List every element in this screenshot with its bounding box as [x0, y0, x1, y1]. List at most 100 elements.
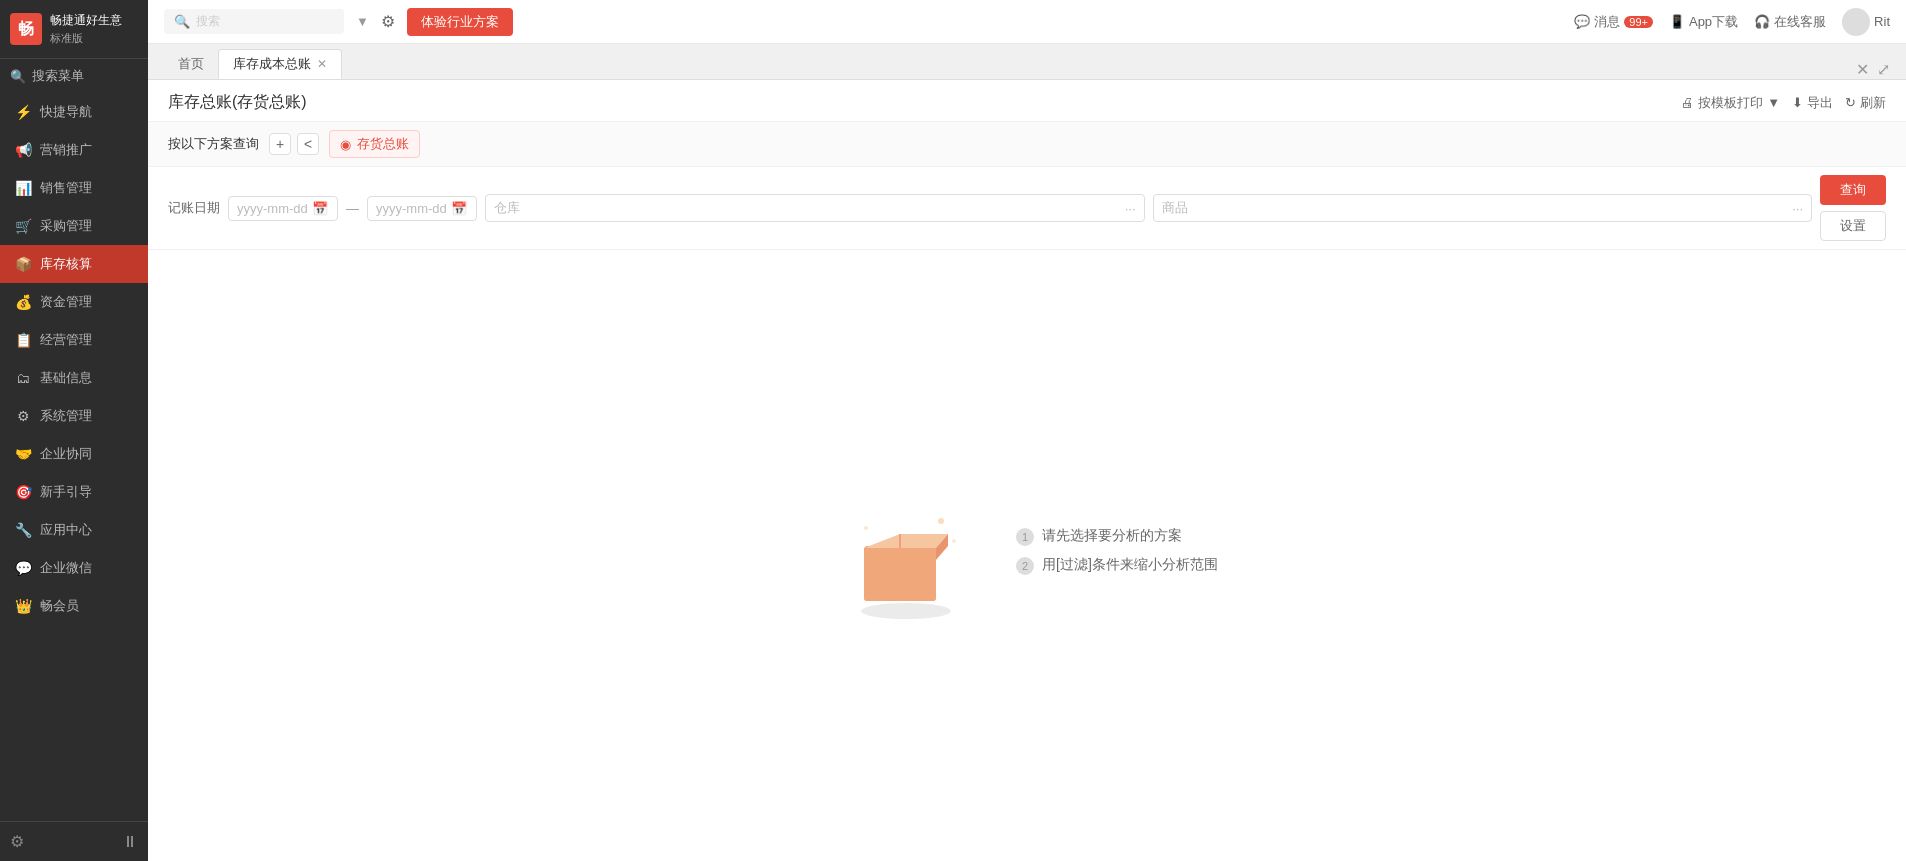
step-1-num: 1	[1016, 528, 1034, 546]
warehouse-more-btn[interactable]: ···	[1125, 201, 1136, 216]
sidebar: 畅 畅捷通好生意 标准版 🔍 搜索菜单 ⚡ 快捷导航 📢 营销推广 📊 销售管理…	[0, 0, 148, 861]
refresh-btn[interactable]: ↻ 刷新	[1845, 94, 1886, 112]
app-name: 畅捷通好生意	[50, 12, 122, 29]
right-action-btns: 查询 设置	[1820, 175, 1886, 241]
tab-panel-close-btn[interactable]: ✕	[1856, 60, 1869, 79]
product-more-btn[interactable]: ···	[1792, 201, 1803, 216]
system-icon: ⚙	[14, 408, 32, 424]
collapse-sidebar-btn[interactable]: ⏸	[122, 833, 138, 851]
svg-point-6	[938, 518, 944, 524]
tab-inventory-cost-label: 库存成本总账	[233, 55, 311, 73]
empty-illustration	[836, 486, 976, 626]
sidebar-item-marketing[interactable]: 📢 营销推广	[0, 131, 148, 169]
purchase-icon: 🛒	[14, 218, 32, 234]
sidebar-item-label: 经营管理	[40, 331, 92, 349]
empty-step-2-text: 用[过滤]条件来缩小分析范围	[1042, 556, 1218, 574]
empty-step-2: 2 用[过滤]条件来缩小分析范围	[1016, 556, 1218, 575]
sidebar-item-sales[interactable]: 📊 销售管理	[0, 169, 148, 207]
svg-marker-3	[864, 534, 948, 548]
date-separator: —	[346, 201, 359, 216]
tab-inventory-cost[interactable]: 库存成本总账 ✕	[218, 49, 342, 79]
sidebar-item-system[interactable]: ⚙ 系统管理	[0, 397, 148, 435]
phone-icon: 📱	[1669, 14, 1685, 29]
product-select[interactable]: 商品 ···	[1153, 194, 1813, 222]
settings-footer-btn[interactable]: ⚙	[10, 832, 24, 851]
search-box-placeholder: 搜索	[196, 13, 220, 30]
search-menu-label: 搜索菜单	[32, 67, 84, 85]
sidebar-item-inventory[interactable]: 📦 库存核算	[0, 245, 148, 283]
tab-home[interactable]: 首页	[164, 49, 218, 79]
sidebar-item-label: 资金管理	[40, 293, 92, 311]
sidebar-item-cooperation[interactable]: 🤝 企业协同	[0, 435, 148, 473]
sidebar-item-basic-info[interactable]: 🗂 基础信息	[0, 359, 148, 397]
filter-scheme-item[interactable]: ◉ 存货总账	[329, 130, 420, 158]
filter-collapse-btn[interactable]: <	[297, 133, 319, 155]
sales-icon: 📊	[14, 180, 32, 196]
headset-icon: 🎧	[1754, 14, 1770, 29]
svg-point-0	[861, 603, 951, 619]
warehouse-placeholder: 仓库	[494, 199, 520, 217]
sidebar-item-member[interactable]: 👑 畅会员	[0, 587, 148, 625]
svg-point-7	[864, 526, 868, 530]
empty-text: 1 请先选择要分析的方案 2 用[过滤]条件来缩小分析范围	[1016, 527, 1218, 585]
print-template-btn[interactable]: 🖨 按模板打印 ▼	[1681, 94, 1780, 112]
print-label: 按模板打印	[1698, 94, 1763, 112]
tab-close-area: ✕ ⤢	[1848, 60, 1890, 79]
scheme-name: 存货总账	[357, 135, 409, 153]
export-btn[interactable]: ⬇ 导出	[1792, 94, 1833, 112]
filter-bar: 按以下方案查询 + < ◉ 存货总账	[148, 122, 1906, 167]
sidebar-item-label: 畅会员	[40, 597, 79, 615]
sidebar-item-label: 应用中心	[40, 521, 92, 539]
query-btn[interactable]: 查询	[1820, 175, 1886, 205]
sidebar-logo: 畅 畅捷通好生意 标准版	[0, 0, 148, 59]
empty-box-svg	[836, 486, 976, 626]
sidebar-item-purchase[interactable]: 🛒 采购管理	[0, 207, 148, 245]
sidebar-item-wechat[interactable]: 💬 企业微信	[0, 549, 148, 587]
sidebar-item-label: 销售管理	[40, 179, 92, 197]
online-service-btn[interactable]: 🎧 在线客服	[1754, 13, 1826, 31]
date-end-input[interactable]: yyyy-mm-dd 📅	[367, 196, 477, 221]
date-start-input[interactable]: yyyy-mm-dd 📅	[228, 196, 338, 221]
trial-industry-btn[interactable]: 体验行业方案	[407, 8, 513, 36]
page-header: 库存总账(存货总账) 🖨 按模板打印 ▼ ⬇ 导出 ↻ 刷新	[148, 80, 1906, 122]
search-menu-btn[interactable]: 🔍 搜索菜单	[0, 59, 148, 93]
sidebar-item-newbie[interactable]: 🎯 新手引导	[0, 473, 148, 511]
sidebar-item-label: 企业微信	[40, 559, 92, 577]
sidebar-item-label: 基础信息	[40, 369, 92, 387]
app-version: 标准版	[50, 31, 122, 46]
sidebar-item-label: 快捷导航	[40, 103, 92, 121]
topbar: 🔍 搜索 ▼ ⚙ 体验行业方案 💬 消息 99+ 📱 App下载 🎧 在线客服 …	[148, 0, 1906, 44]
filter-add-btn[interactable]: +	[269, 133, 291, 155]
sidebar-item-operations[interactable]: 📋 经营管理	[0, 321, 148, 359]
page-header-actions: 🖨 按模板打印 ▼ ⬇ 导出 ↻ 刷新	[1681, 94, 1886, 112]
messages-badge: 99+	[1624, 16, 1653, 28]
app-download-btn[interactable]: 📱 App下载	[1669, 13, 1738, 31]
sidebar-item-label: 新手引导	[40, 483, 92, 501]
finance-icon: 💰	[14, 294, 32, 310]
sidebar-item-label: 系统管理	[40, 407, 92, 425]
sidebar-item-label: 库存核算	[40, 255, 92, 273]
warehouse-select[interactable]: 仓库 ···	[485, 194, 1145, 222]
topbar-search-box[interactable]: 🔍 搜索	[164, 9, 344, 34]
cooperation-icon: 🤝	[14, 446, 32, 462]
filter-settings-btn[interactable]: 设置	[1820, 211, 1886, 241]
step-2-num: 2	[1016, 557, 1034, 575]
topbar-dropdown-arrow[interactable]: ▼	[356, 14, 369, 29]
svg-point-8	[952, 539, 956, 543]
member-icon: 👑	[14, 598, 32, 614]
sidebar-item-label: 采购管理	[40, 217, 92, 235]
messages-btn[interactable]: 💬 消息 99+	[1574, 13, 1653, 31]
app-center-icon: 🔧	[14, 522, 32, 538]
export-label: 导出	[1807, 94, 1833, 112]
sidebar-item-app-center[interactable]: 🔧 应用中心	[0, 511, 148, 549]
warehouse-field: 仓库 ···	[485, 194, 1145, 222]
user-name: Rit	[1874, 14, 1890, 29]
sidebar-item-finance[interactable]: 💰 资金管理	[0, 283, 148, 321]
sidebar-item-quick-nav[interactable]: ⚡ 快捷导航	[0, 93, 148, 131]
empty-state: 1 请先选择要分析的方案 2 用[过滤]条件来缩小分析范围	[148, 250, 1906, 861]
tab-panel-resize-btn[interactable]: ⤢	[1877, 60, 1890, 79]
empty-step-1: 1 请先选择要分析的方案	[1016, 527, 1218, 546]
user-profile-btn[interactable]: Rit	[1842, 8, 1890, 36]
topbar-gear-icon[interactable]: ⚙	[381, 12, 395, 31]
tab-close-btn[interactable]: ✕	[317, 57, 327, 71]
